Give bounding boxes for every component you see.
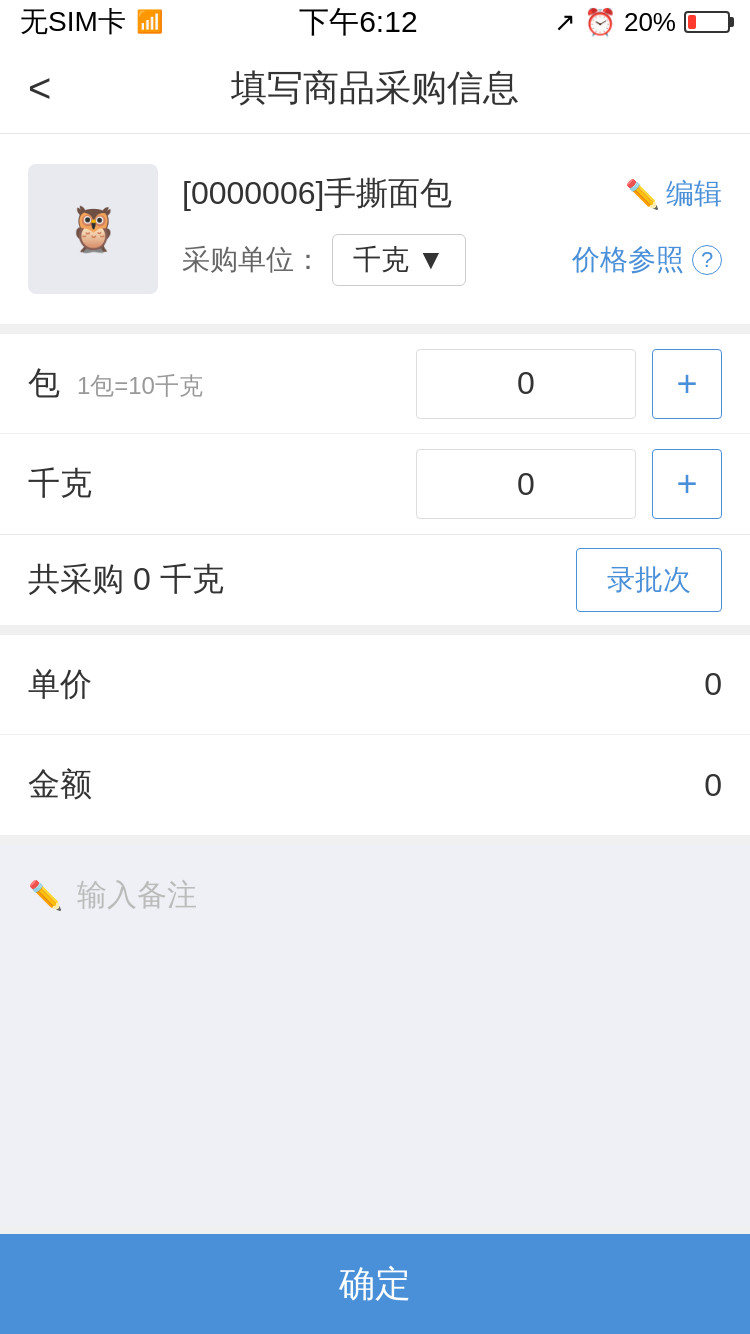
price-row-amount: 金额 0 [0,735,750,835]
wifi-icon: 📶 [136,9,163,35]
battery-percent: 20% [624,7,676,38]
price-ref-label: 价格参照 [572,241,684,279]
qty-label-kg: 千克 [28,462,188,506]
pencil-icon: ✏️ [28,879,63,912]
unit-select[interactable]: 千克 ▼ [332,234,466,286]
total-label: 共采购 0 千克 [28,558,224,602]
status-bar: 无SIM卡 📶 下午6:12 ↗ ⏰ 20% [0,0,750,44]
qty-input-wrap-bag: + [203,349,722,419]
page-title: 填写商品采购信息 [231,64,519,113]
nav-bar: < 填写商品采购信息 [0,44,750,134]
quantity-section: 包 1包=10千克 + 千克 + [0,334,750,535]
qty-row-kg: 千克 + [0,434,750,534]
product-card: 🦉 [0000006]手撕面包 ✏️ 编辑 采购单位： 千克 ▼ 价格参照 ? [0,134,750,334]
qty-plus-kg[interactable]: + [652,449,722,519]
qty-label-bag: 包 1包=10千克 [28,362,203,406]
qty-input-kg[interactable] [416,449,636,519]
status-left: 无SIM卡 📶 [20,3,163,41]
product-logo: 🦉 [66,203,121,255]
qty-input-wrap-kg: + [188,449,722,519]
product-id: [0000006] [182,175,324,211]
location-icon: ↗ [554,7,576,38]
price-section: 单价 0 金额 0 [0,635,750,845]
confirm-button[interactable]: 确定 [0,1234,750,1334]
price-unit-value: 0 [704,666,722,703]
batch-button[interactable]: 录批次 [576,548,722,612]
battery-fill [688,15,696,29]
remark-placeholder: 输入备注 [77,875,197,916]
unit-value: 千克 [353,241,409,279]
help-icon: ? [692,245,722,275]
total-row: 共采购 0 千克 录批次 [0,535,750,635]
qty-input-bag[interactable] [416,349,636,419]
status-right: ↗ ⏰ 20% [554,7,730,38]
back-button[interactable]: < [28,66,51,111]
purchase-unit-row: 采购单位： 千克 ▼ 价格参照 ? [182,234,722,286]
purchase-unit-label: 采购单位： [182,241,322,279]
price-ref-button[interactable]: 价格参照 ? [572,241,722,279]
alarm-icon: ⏰ [584,7,616,38]
product-name: [0000006]手撕面包 [182,172,452,216]
edit-button[interactable]: ✏️ 编辑 [625,175,722,213]
carrier-text: 无SIM卡 [20,3,126,41]
price-row-unit: 单价 0 [0,635,750,735]
price-amount-label: 金额 [28,763,92,807]
qty-row-bag: 包 1包=10千克 + [0,334,750,434]
empty-area [0,946,750,1226]
edit-label: 编辑 [666,175,722,213]
product-name-row: [0000006]手撕面包 ✏️ 编辑 [182,172,722,216]
product-title: 手撕面包 [324,175,452,211]
price-amount-value: 0 [704,767,722,804]
remark-section[interactable]: ✏️ 输入备注 [0,845,750,946]
product-image: 🦉 [28,164,158,294]
edit-icon: ✏️ [625,178,660,211]
qty-plus-bag[interactable]: + [652,349,722,419]
chevron-down-icon: ▼ [417,244,445,276]
battery-icon [684,11,730,33]
qty-sub-bag: 1包=10千克 [77,372,203,399]
status-time: 下午6:12 [299,2,417,43]
product-info: [0000006]手撕面包 ✏️ 编辑 采购单位： 千克 ▼ 价格参照 ? [182,172,722,286]
price-unit-label: 单价 [28,663,92,707]
